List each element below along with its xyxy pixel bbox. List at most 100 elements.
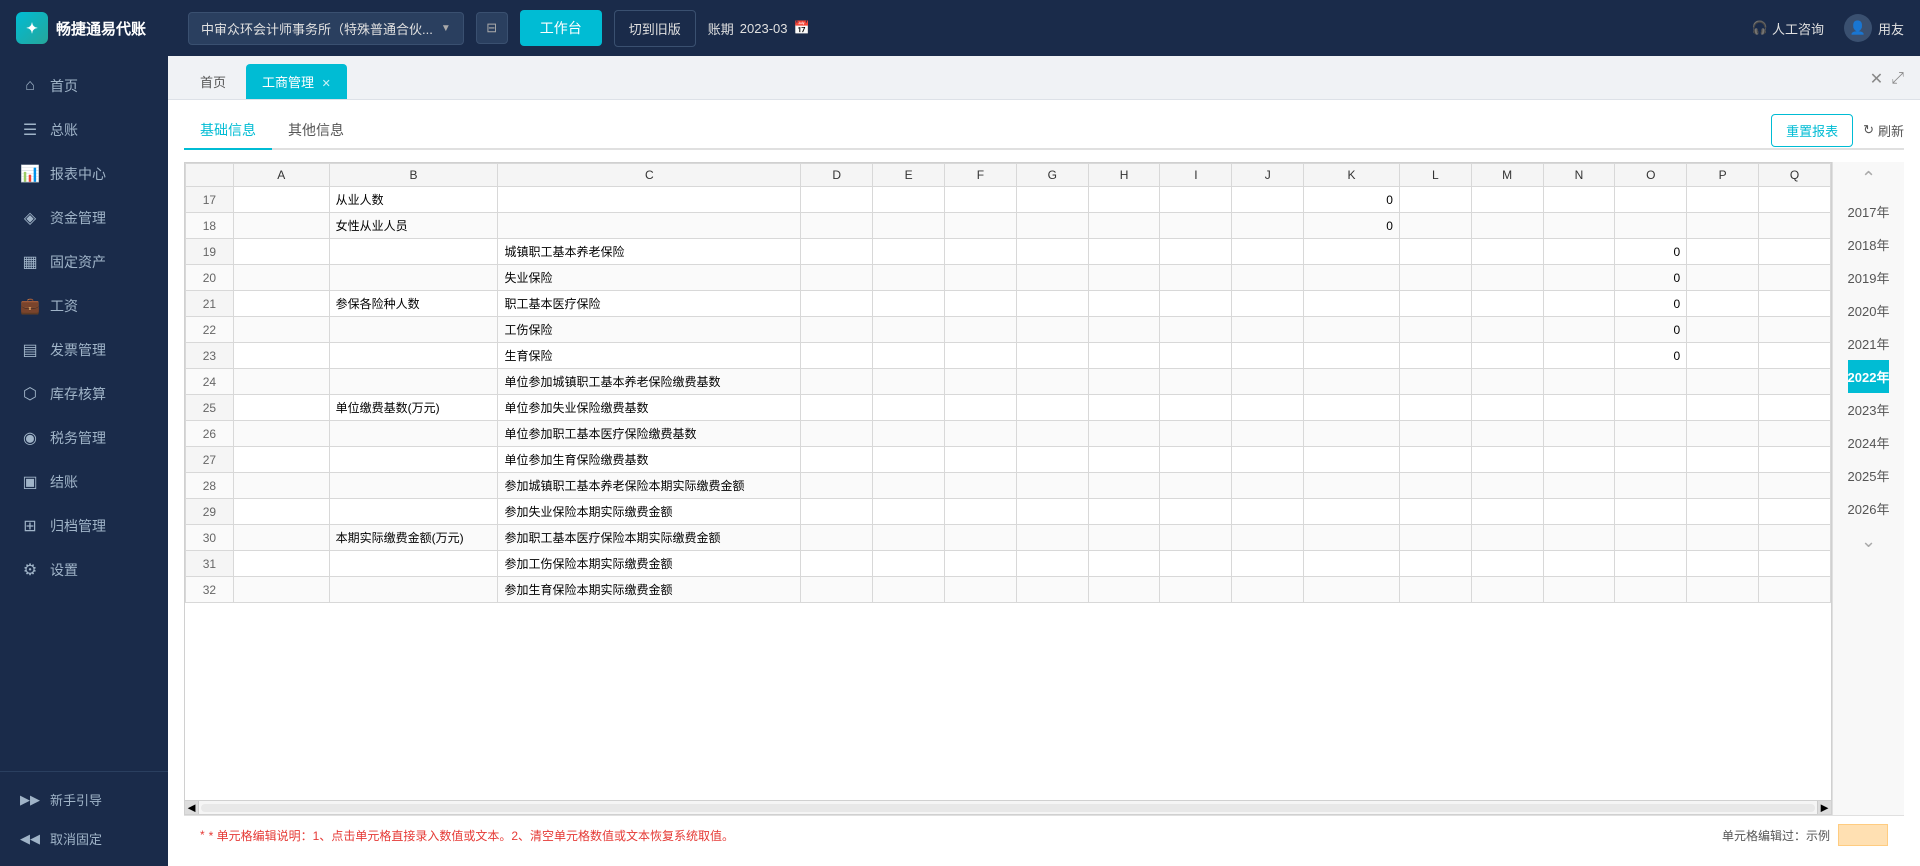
- table-cell[interactable]: 参加生育保险本期实际缴费金额: [498, 577, 801, 603]
- table-cell[interactable]: [1232, 239, 1304, 265]
- table-cell[interactable]: [945, 369, 1017, 395]
- table-cell[interactable]: [801, 421, 873, 447]
- year-item[interactable]: 2018年: [1848, 228, 1890, 261]
- table-cell[interactable]: [801, 213, 873, 239]
- table-cell[interactable]: [233, 213, 329, 239]
- table-cell[interactable]: [1543, 499, 1615, 525]
- table-cell[interactable]: [1088, 291, 1160, 317]
- table-cell[interactable]: 单位参加城镇职工基本养老保险缴费基数: [498, 369, 801, 395]
- reset-report-button[interactable]: 重置报表: [1771, 114, 1853, 147]
- table-cell[interactable]: [1399, 577, 1471, 603]
- table-cell[interactable]: [1016, 447, 1088, 473]
- table-cell[interactable]: [1399, 421, 1471, 447]
- table-cell[interactable]: 职工基本医疗保险: [498, 291, 801, 317]
- table-cell[interactable]: [1615, 525, 1687, 551]
- table-cell[interactable]: [233, 291, 329, 317]
- table-cell[interactable]: [1759, 499, 1831, 525]
- table-cell[interactable]: [801, 187, 873, 213]
- sub-tab-other[interactable]: 其他信息: [272, 112, 360, 150]
- tab-business[interactable]: 工商管理 ✕: [246, 64, 347, 99]
- table-cell[interactable]: [945, 265, 1017, 291]
- year-item[interactable]: 2019年: [1848, 261, 1890, 294]
- table-cell[interactable]: [233, 551, 329, 577]
- table-cell[interactable]: [1088, 187, 1160, 213]
- table-cell[interactable]: [1615, 473, 1687, 499]
- sheet-scroll-area[interactable]: A B C D E F G H I J: [185, 163, 1831, 800]
- table-cell[interactable]: [1399, 395, 1471, 421]
- table-cell[interactable]: [329, 551, 498, 577]
- table-cell[interactable]: [1615, 577, 1687, 603]
- table-cell[interactable]: [1160, 447, 1232, 473]
- table-cell[interactable]: 单位参加职工基本医疗保险缴费基数: [498, 421, 801, 447]
- table-cell[interactable]: [1759, 421, 1831, 447]
- sidebar-item-reports[interactable]: 📊 报表中心: [0, 152, 168, 196]
- table-cell[interactable]: [1399, 551, 1471, 577]
- table-cell[interactable]: [1399, 187, 1471, 213]
- table-cell[interactable]: [1088, 395, 1160, 421]
- table-cell[interactable]: [1399, 213, 1471, 239]
- table-cell[interactable]: [1088, 447, 1160, 473]
- table-cell[interactable]: [1088, 421, 1160, 447]
- table-cell[interactable]: 参保各险种人数: [329, 291, 498, 317]
- table-cell[interactable]: [1471, 525, 1543, 551]
- table-cell[interactable]: [1471, 317, 1543, 343]
- table-cell[interactable]: [1160, 187, 1232, 213]
- table-cell[interactable]: 生育保险: [498, 343, 801, 369]
- table-cell[interactable]: [233, 343, 329, 369]
- table-cell[interactable]: [801, 265, 873, 291]
- tab-close-icon[interactable]: ✕: [322, 78, 331, 90]
- year-item[interactable]: 2020年: [1848, 294, 1890, 327]
- table-cell[interactable]: [1687, 187, 1759, 213]
- table-cell[interactable]: [1759, 239, 1831, 265]
- refresh-button[interactable]: ↻ 刷新: [1863, 121, 1904, 140]
- table-cell[interactable]: [1016, 291, 1088, 317]
- table-cell[interactable]: [1399, 447, 1471, 473]
- table-cell[interactable]: [1687, 265, 1759, 291]
- table-cell[interactable]: [1232, 265, 1304, 291]
- table-cell[interactable]: [1160, 239, 1232, 265]
- table-cell[interactable]: [1543, 187, 1615, 213]
- table-cell[interactable]: [1543, 577, 1615, 603]
- table-cell[interactable]: [1016, 551, 1088, 577]
- table-cell[interactable]: [1304, 395, 1400, 421]
- table-cell[interactable]: [1088, 525, 1160, 551]
- table-cell[interactable]: [873, 213, 945, 239]
- table-cell[interactable]: [1687, 369, 1759, 395]
- table-cell[interactable]: 女性从业人员: [329, 213, 498, 239]
- table-cell[interactable]: [1687, 447, 1759, 473]
- sidebar-item-ledger[interactable]: ☰ 总账: [0, 108, 168, 152]
- table-cell[interactable]: [873, 369, 945, 395]
- sidebar-item-inventory[interactable]: ⬡ 库存核算: [0, 372, 168, 416]
- table-cell[interactable]: [1160, 395, 1232, 421]
- table-cell[interactable]: [1088, 551, 1160, 577]
- table-cell[interactable]: [1304, 421, 1400, 447]
- table-cell[interactable]: [1399, 525, 1471, 551]
- table-cell[interactable]: [1615, 499, 1687, 525]
- table-cell[interactable]: [945, 551, 1017, 577]
- table-cell[interactable]: [945, 395, 1017, 421]
- table-cell[interactable]: [873, 577, 945, 603]
- table-cell[interactable]: [329, 265, 498, 291]
- table-cell[interactable]: [233, 421, 329, 447]
- table-cell[interactable]: 参加工伤保险本期实际缴费金额: [498, 551, 801, 577]
- table-cell[interactable]: [1232, 369, 1304, 395]
- table-cell[interactable]: [329, 473, 498, 499]
- table-cell[interactable]: [1543, 551, 1615, 577]
- table-cell[interactable]: [329, 317, 498, 343]
- table-cell[interactable]: [233, 187, 329, 213]
- table-cell[interactable]: [1687, 239, 1759, 265]
- close-window-icon[interactable]: ✕: [1870, 69, 1883, 89]
- table-cell[interactable]: [233, 447, 329, 473]
- year-item[interactable]: 2026年: [1848, 492, 1890, 525]
- table-cell[interactable]: 参加失业保险本期实际缴费金额: [498, 499, 801, 525]
- table-cell[interactable]: [233, 369, 329, 395]
- table-cell[interactable]: [329, 499, 498, 525]
- table-cell[interactable]: [1016, 369, 1088, 395]
- table-cell[interactable]: [1016, 473, 1088, 499]
- table-cell[interactable]: [801, 447, 873, 473]
- table-cell[interactable]: [873, 447, 945, 473]
- table-cell[interactable]: [1759, 369, 1831, 395]
- table-cell[interactable]: 0: [1304, 187, 1400, 213]
- year-item[interactable]: 2017年: [1848, 195, 1890, 228]
- table-cell[interactable]: [945, 525, 1017, 551]
